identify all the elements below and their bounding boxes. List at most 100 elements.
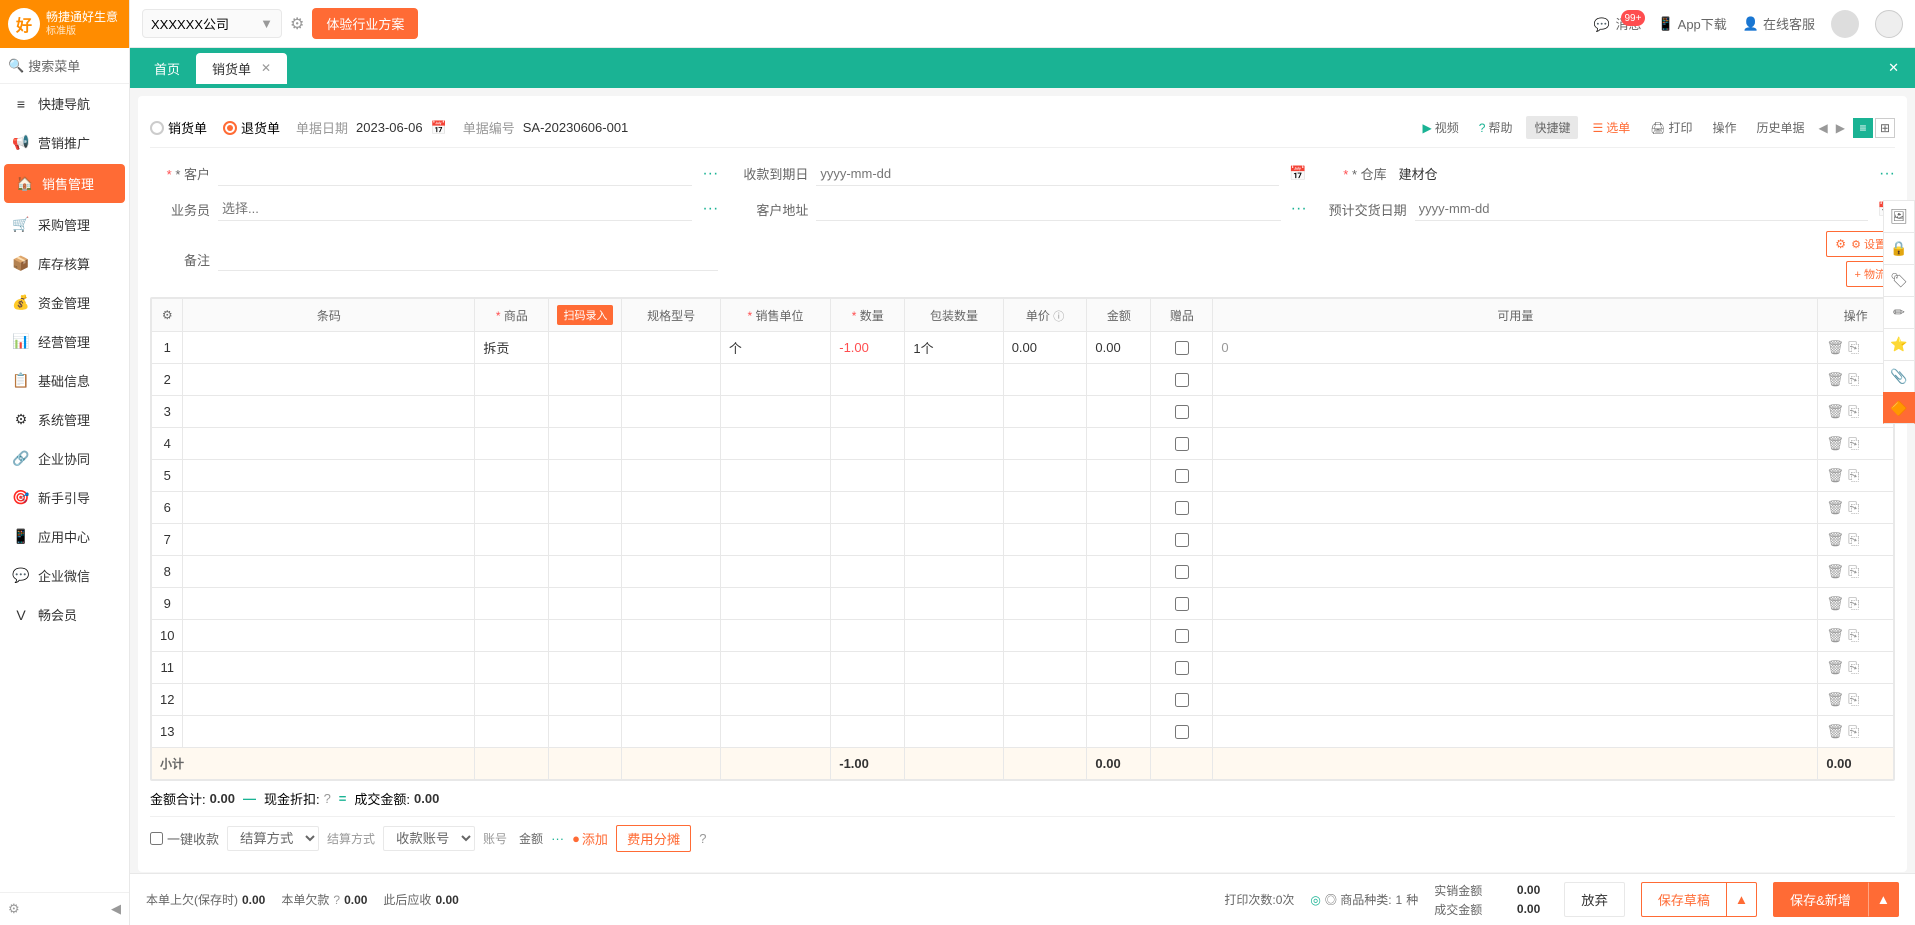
copy-row-icon[interactable]: ⎘: [1848, 627, 1859, 644]
print-btn[interactable]: 🖨 打印: [1644, 117, 1698, 138]
row-spec[interactable]: [622, 396, 720, 428]
row-amount[interactable]: [1087, 460, 1151, 492]
history-btn[interactable]: 历史单据: [1751, 117, 1811, 138]
float-icon-image[interactable]: 🖼: [1883, 200, 1915, 232]
row-unit[interactable]: [720, 716, 830, 748]
delete-row-icon[interactable]: 🗑: [1826, 499, 1844, 516]
row-goods[interactable]: [475, 588, 549, 620]
collapse-icon[interactable]: ◀: [111, 901, 121, 917]
row-quantity[interactable]: [831, 492, 905, 524]
expense-help-icon[interactable]: ?: [699, 831, 706, 846]
delete-row-icon[interactable]: 🗑: [1826, 595, 1844, 612]
row-barcode[interactable]: [183, 524, 475, 556]
delete-row-icon[interactable]: 🗑: [1826, 723, 1844, 740]
copy-row-icon[interactable]: ⎘: [1848, 691, 1859, 708]
sidebar-item-sales[interactable]: 🏠 销售管理: [4, 164, 125, 203]
row-unit-price[interactable]: [1003, 652, 1087, 684]
row-barcode[interactable]: [183, 492, 475, 524]
operation-btn[interactable]: 操作: [1707, 117, 1743, 138]
row-unit-price[interactable]: [1003, 620, 1087, 652]
delete-row-icon[interactable]: 🗑: [1826, 403, 1844, 420]
note-input[interactable]: [218, 247, 718, 271]
app-download-link[interactable]: 📱 App下载: [1657, 14, 1726, 33]
row-unit[interactable]: [720, 524, 830, 556]
row-gift[interactable]: [1151, 524, 1213, 556]
delete-row-icon[interactable]: 🗑: [1826, 467, 1844, 484]
row-barcode[interactable]: [183, 428, 475, 460]
row-quantity[interactable]: [831, 684, 905, 716]
row-goods[interactable]: [475, 652, 549, 684]
gift-checkbox[interactable]: [1175, 597, 1189, 611]
shortcut-btn[interactable]: 快捷键: [1526, 116, 1578, 139]
row-gift[interactable]: [1151, 428, 1213, 460]
row-gift[interactable]: [1151, 396, 1213, 428]
copy-row-icon[interactable]: ⎘: [1848, 371, 1859, 388]
search-menu[interactable]: 🔍 搜索菜单: [0, 48, 129, 84]
row-pack-qty[interactable]: [905, 716, 1003, 748]
copy-row-icon[interactable]: ⎘: [1848, 659, 1859, 676]
add-button[interactable]: ● 添加: [572, 829, 608, 848]
sidebar-item-system[interactable]: ⚙ 系统管理: [0, 400, 129, 439]
row-spec[interactable]: [622, 364, 720, 396]
row-pack-qty[interactable]: [905, 556, 1003, 588]
sidebar-item-quick-nav[interactable]: ≡ 快捷导航: [0, 84, 129, 123]
row-unit-price[interactable]: [1003, 460, 1087, 492]
expected-date-input[interactable]: [1415, 197, 1868, 221]
sidebar-item-enterprise[interactable]: 🔗 企业协同: [0, 439, 129, 478]
gift-checkbox[interactable]: [1175, 661, 1189, 675]
copy-row-icon[interactable]: ⎘: [1848, 563, 1859, 580]
next-icon[interactable]: ▶: [1836, 121, 1845, 135]
row-unit-price[interactable]: [1003, 524, 1087, 556]
sidebar-item-marketing[interactable]: 📢 营销推广: [0, 123, 129, 162]
help-btn[interactable]: ? 帮助: [1473, 117, 1519, 138]
row-unit[interactable]: [720, 620, 830, 652]
tab-sales-order[interactable]: 销货单 ✕: [196, 53, 287, 84]
copy-row-icon[interactable]: ⎘: [1848, 531, 1859, 548]
sidebar-item-operations[interactable]: 📊 经营管理: [0, 322, 129, 361]
float-icon-attachment[interactable]: 📎: [1883, 360, 1915, 392]
row-quantity[interactable]: [831, 556, 905, 588]
row-goods[interactable]: 拆贡: [475, 332, 549, 364]
gift-checkbox[interactable]: [1175, 469, 1189, 483]
row-quantity[interactable]: [831, 396, 905, 428]
delete-row-icon[interactable]: 🗑: [1826, 339, 1844, 356]
row-barcode[interactable]: [183, 716, 475, 748]
row-barcode[interactable]: [183, 588, 475, 620]
sidebar-item-purchase[interactable]: 🛒 采购管理: [0, 205, 129, 244]
row-pack-qty[interactable]: [905, 364, 1003, 396]
delete-row-icon[interactable]: 🗑: [1826, 563, 1844, 580]
delete-row-icon[interactable]: 🗑: [1826, 627, 1844, 644]
row-pack-qty[interactable]: [905, 524, 1003, 556]
row-barcode[interactable]: [183, 332, 475, 364]
row-quantity[interactable]: [831, 364, 905, 396]
row-goods[interactable]: [475, 364, 549, 396]
row-goods[interactable]: [475, 620, 549, 652]
row-unit-price[interactable]: [1003, 588, 1087, 620]
address-dots-icon[interactable]: ···: [1291, 200, 1307, 218]
row-amount[interactable]: [1087, 588, 1151, 620]
select-btn[interactable]: ☰ 选单: [1586, 117, 1636, 138]
discount-help-icon[interactable]: ?: [324, 791, 331, 806]
float-icon-lock[interactable]: 🔒: [1883, 232, 1915, 264]
gift-checkbox[interactable]: [1175, 373, 1189, 387]
row-barcode[interactable]: [183, 460, 475, 492]
th-scan[interactable]: 扫码录入: [549, 299, 622, 332]
row-pack-qty[interactable]: [905, 492, 1003, 524]
delete-row-icon[interactable]: 🗑: [1826, 371, 1844, 388]
row-goods[interactable]: [475, 524, 549, 556]
float-icon-star[interactable]: ⭐: [1883, 328, 1915, 360]
warehouse-dots-icon[interactable]: ···: [1879, 165, 1895, 183]
row-amount[interactable]: [1087, 396, 1151, 428]
delete-row-icon[interactable]: 🗑: [1826, 659, 1844, 676]
sidebar-item-inventory[interactable]: 📦 库存核算: [0, 244, 129, 283]
row-unit-price[interactable]: [1003, 492, 1087, 524]
row-pack-qty[interactable]: [905, 652, 1003, 684]
gift-checkbox[interactable]: [1175, 437, 1189, 451]
row-barcode[interactable]: [183, 684, 475, 716]
gift-checkbox[interactable]: [1175, 725, 1189, 739]
row-goods[interactable]: [475, 684, 549, 716]
row-barcode[interactable]: [183, 396, 475, 428]
save-draft-arrow-button[interactable]: ▲: [1727, 882, 1757, 917]
row-quantity[interactable]: [831, 524, 905, 556]
close-all-tabs-icon[interactable]: ✕: [1880, 60, 1907, 76]
